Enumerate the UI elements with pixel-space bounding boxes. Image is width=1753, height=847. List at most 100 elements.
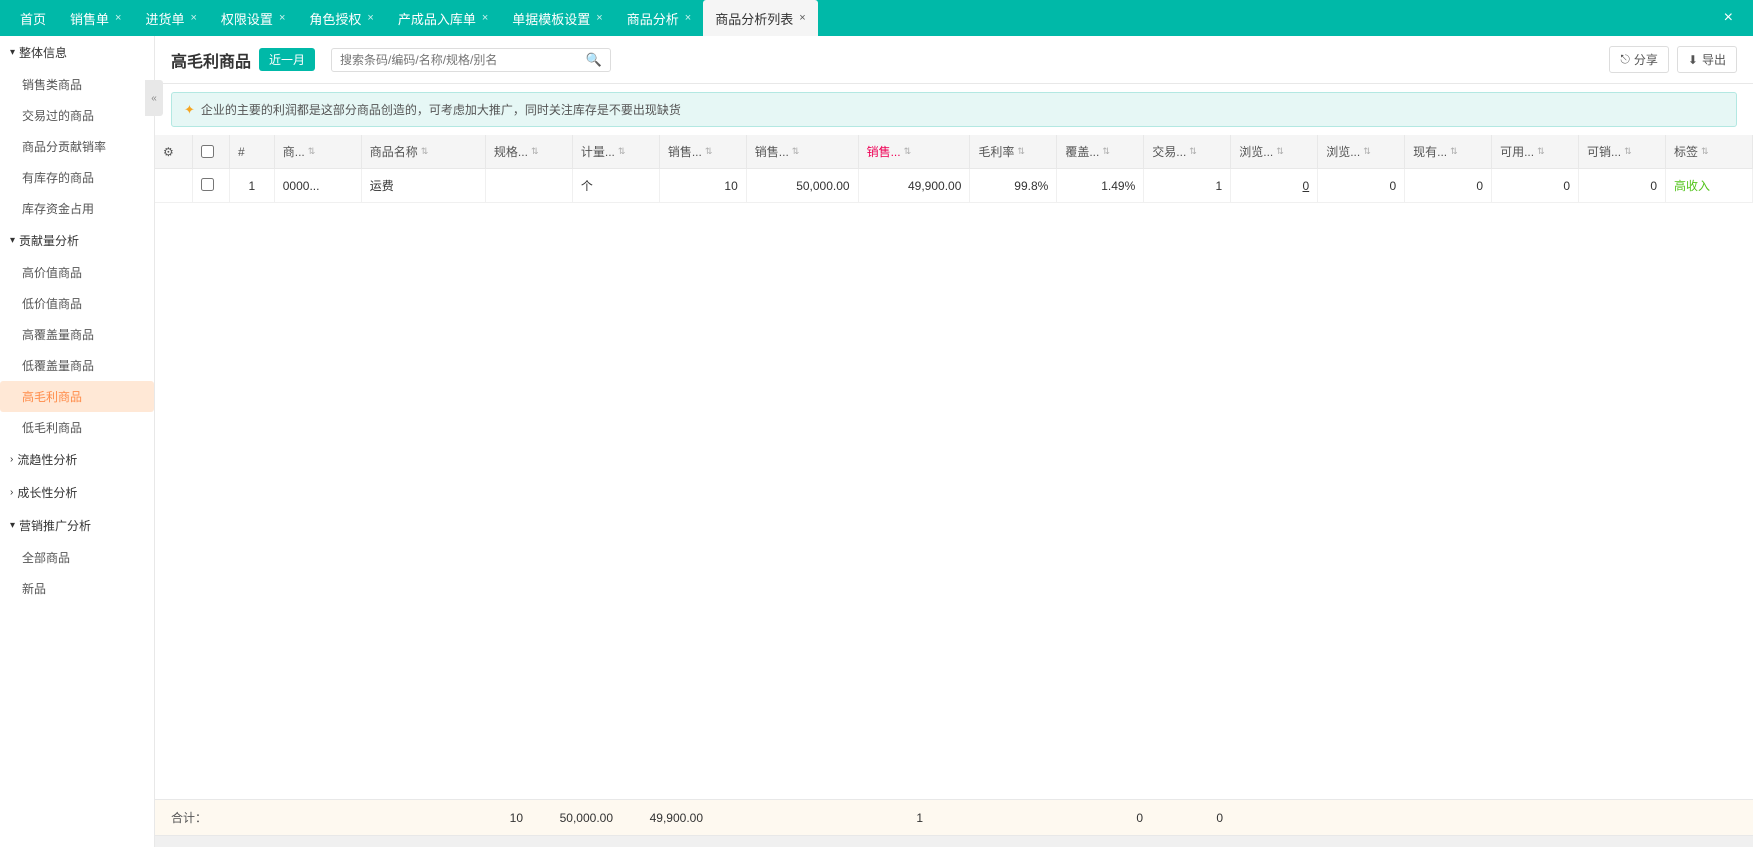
cell-name: 运费 bbox=[361, 169, 485, 203]
sidebar-section-overall[interactable]: ▾ 整体信息 bbox=[0, 36, 154, 69]
nav-templates[interactable]: 单据模板设置 × bbox=[500, 0, 614, 36]
share-button[interactable]: ⎋ 分享 bbox=[1609, 46, 1669, 73]
col-name[interactable]: 商品名称⇅ bbox=[361, 135, 485, 169]
col-transactions[interactable]: 交易...⇅ bbox=[1144, 135, 1231, 169]
sidebar-item-new-goods[interactable]: 新品 bbox=[0, 573, 154, 604]
col-spec[interactable]: 规格...⇅ bbox=[485, 135, 572, 169]
col-views1[interactable]: 浏览...⇅ bbox=[1231, 135, 1318, 169]
col-gross-margin[interactable]: 毛利率⇅ bbox=[970, 135, 1057, 169]
sidebar-item-low-coverage[interactable]: 低覆盖量商品 bbox=[0, 350, 154, 381]
nav-permissions[interactable]: 权限设置 × bbox=[209, 0, 297, 36]
close-production-tab[interactable]: × bbox=[482, 12, 488, 24]
col-settings[interactable]: ⚙ bbox=[155, 135, 192, 169]
cell-tag: 高收入 bbox=[1666, 169, 1753, 203]
sidebar-item-instock-goods[interactable]: 有库存的商品 bbox=[0, 162, 154, 193]
sidebar-item-low-margin[interactable]: 低毛利商品 bbox=[0, 412, 154, 443]
search-box: 🔍 bbox=[331, 48, 611, 72]
sidebar-section-contribution[interactable]: ▾ 贡献量分析 bbox=[0, 224, 154, 257]
info-banner: ✦ 企业的主要的利润都是这部分商品创造的，可考虑加大推广，同时关注库存是不要出现… bbox=[171, 92, 1737, 127]
cell-coverage: 1.49% bbox=[1057, 169, 1144, 203]
close-analysis-list-tab[interactable]: × bbox=[799, 12, 805, 24]
share-icon: ⎋ bbox=[1620, 52, 1630, 67]
cell-views2: 0 bbox=[1318, 169, 1405, 203]
search-icon: 🔍 bbox=[586, 52, 602, 68]
close-window-button[interactable]: × bbox=[1712, 9, 1745, 27]
cell-code: 0000... bbox=[274, 169, 361, 203]
cell-checkbox[interactable] bbox=[192, 169, 229, 203]
section-arrow-growth: › bbox=[10, 487, 13, 498]
col-num: # bbox=[230, 135, 275, 169]
page-title: 高毛利商品 bbox=[171, 48, 251, 72]
sidebar-item-high-value[interactable]: 高价值商品 bbox=[0, 257, 154, 288]
content-header: 高毛利商品 近一月 🔍 ⎋ 分享 ⬇ 导出 bbox=[155, 36, 1753, 84]
sidebar: ▾ 整体信息 销售类商品 交易过的商品 商品分贡献销率 有库存的商品 库存资金占… bbox=[0, 36, 155, 847]
cell-available-stock: 0 bbox=[1492, 169, 1579, 203]
col-checkbox[interactable] bbox=[192, 135, 229, 169]
sidebar-item-low-value[interactable]: 低价值商品 bbox=[0, 288, 154, 319]
col-sellable[interactable]: 可销...⇅ bbox=[1579, 135, 1666, 169]
table-row: 1 0000... 运费 个 10 50,000.00 49,900.00 99… bbox=[155, 169, 1753, 203]
close-analysis-tab[interactable]: × bbox=[685, 12, 691, 24]
nav-product-analysis-list[interactable]: 商品分析列表 × bbox=[703, 0, 817, 36]
cell-views1[interactable]: 0 bbox=[1231, 169, 1318, 203]
content-area: 高毛利商品 近一月 🔍 ⎋ 分享 ⬇ 导出 ✦ 企业的主要的利润都是这部分商品创… bbox=[155, 36, 1753, 847]
sidebar-section-growth[interactable]: › 成长性分析 bbox=[0, 476, 154, 509]
close-purchase-tab[interactable]: × bbox=[190, 12, 196, 24]
nav-roles[interactable]: 角色授权 × bbox=[297, 0, 385, 36]
cell-num: 1 bbox=[230, 169, 275, 203]
sidebar-item-high-coverage[interactable]: 高覆盖量商品 bbox=[0, 319, 154, 350]
nav-sales[interactable]: 销售单 × bbox=[58, 0, 133, 36]
info-icon: ✦ bbox=[184, 102, 195, 118]
footer-current-stock: 0 bbox=[1071, 811, 1151, 825]
col-unit[interactable]: 计量...⇅ bbox=[572, 135, 659, 169]
col-code[interactable]: 商...⇅ bbox=[274, 135, 361, 169]
cell-settings bbox=[155, 169, 192, 203]
section-arrow-marketing: ▾ bbox=[10, 520, 15, 531]
main-layout: ▾ 整体信息 销售类商品 交易过的商品 商品分贡献销率 有库存的商品 库存资金占… bbox=[0, 36, 1753, 847]
sidebar-item-stock-funds[interactable]: 库存资金占用 bbox=[0, 193, 154, 224]
section-arrow-overall: ▾ bbox=[10, 47, 15, 58]
sidebar-item-goods-contribution[interactable]: 商品分贡献销率 bbox=[0, 131, 154, 162]
close-roles-tab[interactable]: × bbox=[367, 12, 373, 24]
sidebar-item-traded-goods[interactable]: 交易过的商品 bbox=[0, 100, 154, 131]
date-filter-button[interactable]: 近一月 bbox=[259, 48, 315, 71]
sidebar-section-marketing[interactable]: ▾ 营销推广分析 bbox=[0, 509, 154, 542]
col-available-stock[interactable]: 可用...⇅ bbox=[1492, 135, 1579, 169]
data-table-wrapper: ⚙ # 商...⇅ 商品名称⇅ bbox=[155, 135, 1753, 799]
footer-available-stock: 0 bbox=[1151, 811, 1231, 825]
cell-transactions: 1 bbox=[1144, 169, 1231, 203]
footer-transactions: 1 bbox=[851, 811, 931, 825]
sidebar-section-trend[interactable]: › 流趋性分析 bbox=[0, 443, 154, 476]
nav-purchase[interactable]: 进货单 × bbox=[133, 0, 208, 36]
cell-unit: 个 bbox=[572, 169, 659, 203]
col-sales-profit[interactable]: 销售...⇅ bbox=[858, 135, 970, 169]
nav-production[interactable]: 产成品入库单 × bbox=[386, 0, 500, 36]
close-permissions-tab[interactable]: × bbox=[279, 12, 285, 24]
col-tag[interactable]: 标签⇅ bbox=[1666, 135, 1753, 169]
cell-sales-qty: 10 bbox=[659, 169, 746, 203]
cell-sales-amount: 50,000.00 bbox=[746, 169, 858, 203]
col-sales-amount[interactable]: 销售...⇅ bbox=[746, 135, 858, 169]
sidebar-item-sales-goods[interactable]: 销售类商品 bbox=[0, 69, 154, 100]
select-all-checkbox[interactable] bbox=[201, 145, 214, 158]
close-templates-tab[interactable]: × bbox=[596, 12, 602, 24]
nav-product-analysis[interactable]: 商品分析 × bbox=[615, 0, 703, 36]
sidebar-collapse-button[interactable]: « bbox=[145, 80, 163, 116]
search-input[interactable] bbox=[340, 53, 586, 67]
section-arrow-contribution: ▾ bbox=[10, 235, 15, 246]
col-current-stock[interactable]: 现有...⇅ bbox=[1405, 135, 1492, 169]
cell-sellable: 0 bbox=[1579, 169, 1666, 203]
col-views2[interactable]: 浏览...⇅ bbox=[1318, 135, 1405, 169]
row-checkbox[interactable] bbox=[201, 178, 214, 191]
cell-spec bbox=[485, 169, 572, 203]
sidebar-item-all-goods[interactable]: 全部商品 bbox=[0, 542, 154, 573]
footer-sales-amount: 50,000.00 bbox=[531, 811, 621, 825]
col-coverage[interactable]: 覆盖...⇅ bbox=[1057, 135, 1144, 169]
sidebar-item-high-margin[interactable]: 高毛利商品 bbox=[0, 381, 154, 412]
bottom-scrollbar[interactable] bbox=[155, 835, 1753, 847]
footer-sales-qty: 10 bbox=[451, 811, 531, 825]
col-sales-qty[interactable]: 销售...⇅ bbox=[659, 135, 746, 169]
close-sales-tab[interactable]: × bbox=[115, 12, 121, 24]
nav-home[interactable]: 首页 bbox=[8, 0, 58, 36]
export-button[interactable]: ⬇ 导出 bbox=[1677, 46, 1737, 73]
